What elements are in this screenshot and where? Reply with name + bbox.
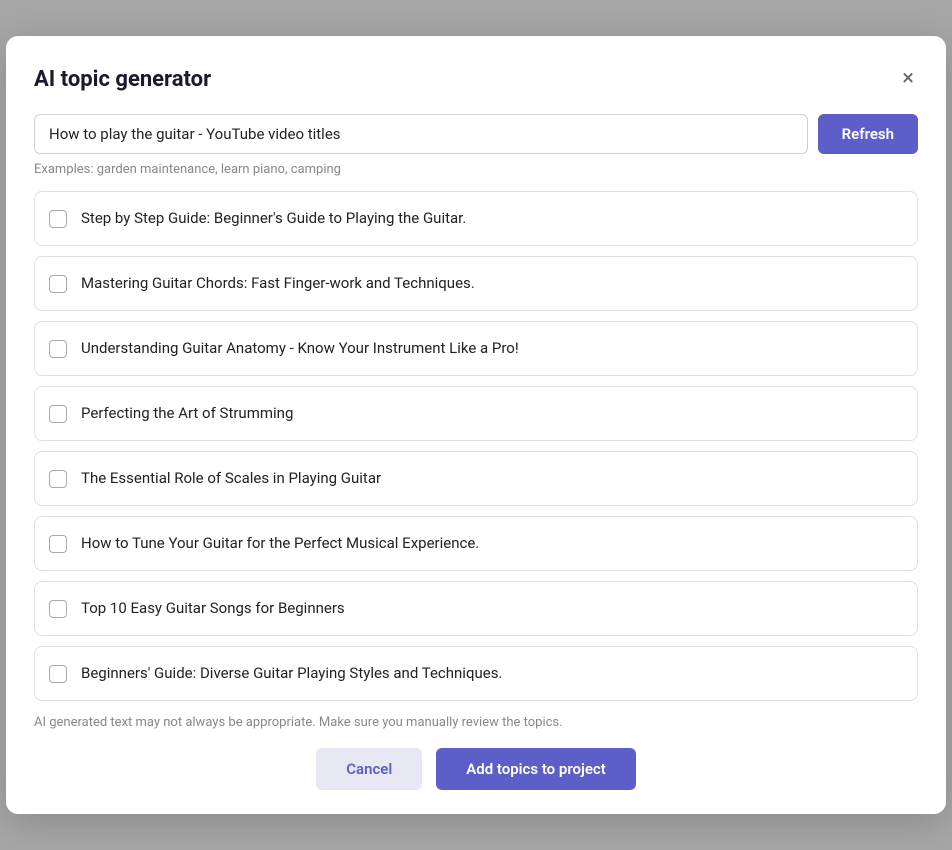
search-row: Refresh bbox=[34, 114, 918, 154]
topic-checkbox[interactable] bbox=[49, 535, 67, 553]
list-item[interactable]: Step by Step Guide: Beginner's Guide to … bbox=[34, 191, 918, 246]
modal-title: AI topic generator bbox=[34, 67, 211, 92]
topics-list: Step by Step Guide: Beginner's Guide to … bbox=[34, 191, 918, 701]
add-topics-button[interactable]: Add topics to project bbox=[436, 748, 636, 790]
list-item[interactable]: The Essential Role of Scales in Playing … bbox=[34, 451, 918, 506]
list-item[interactable]: Beginners' Guide: Diverse Guitar Playing… bbox=[34, 646, 918, 701]
footer-buttons: Cancel Add topics to project bbox=[34, 748, 918, 790]
topic-label: The Essential Role of Scales in Playing … bbox=[81, 468, 381, 489]
topic-label: Understanding Guitar Anatomy - Know Your… bbox=[81, 338, 519, 359]
topic-checkbox[interactable] bbox=[49, 405, 67, 423]
search-input[interactable] bbox=[34, 114, 808, 154]
refresh-button[interactable]: Refresh bbox=[818, 114, 918, 154]
cancel-button[interactable]: Cancel bbox=[316, 748, 422, 790]
list-item[interactable]: Understanding Guitar Anatomy - Know Your… bbox=[34, 321, 918, 376]
modal-overlay: AI topic generator × Refresh Examples: g… bbox=[0, 0, 952, 850]
topic-checkbox[interactable] bbox=[49, 340, 67, 358]
topic-label: Perfecting the Art of Strumming bbox=[81, 403, 293, 424]
topic-checkbox[interactable] bbox=[49, 210, 67, 228]
topic-label: Top 10 Easy Guitar Songs for Beginners bbox=[81, 598, 345, 619]
examples-text: Examples: garden maintenance, learn pian… bbox=[34, 162, 918, 177]
topic-checkbox[interactable] bbox=[49, 470, 67, 488]
list-item[interactable]: Mastering Guitar Chords: Fast Finger-wor… bbox=[34, 256, 918, 311]
topic-label: Step by Step Guide: Beginner's Guide to … bbox=[81, 208, 466, 229]
topic-label: Mastering Guitar Chords: Fast Finger-wor… bbox=[81, 273, 475, 294]
modal-dialog: AI topic generator × Refresh Examples: g… bbox=[6, 36, 946, 814]
disclaimer-text: AI generated text may not always be appr… bbox=[34, 715, 918, 730]
topic-checkbox[interactable] bbox=[49, 665, 67, 683]
list-item[interactable]: How to Tune Your Guitar for the Perfect … bbox=[34, 516, 918, 571]
close-button[interactable]: × bbox=[898, 64, 918, 94]
list-item[interactable]: Top 10 Easy Guitar Songs for Beginners bbox=[34, 581, 918, 636]
topic-checkbox[interactable] bbox=[49, 600, 67, 618]
list-item[interactable]: Perfecting the Art of Strumming bbox=[34, 386, 918, 441]
modal-header: AI topic generator × bbox=[34, 64, 918, 94]
topic-checkbox[interactable] bbox=[49, 275, 67, 293]
topic-label: Beginners' Guide: Diverse Guitar Playing… bbox=[81, 663, 502, 684]
topic-label: How to Tune Your Guitar for the Perfect … bbox=[81, 533, 479, 554]
